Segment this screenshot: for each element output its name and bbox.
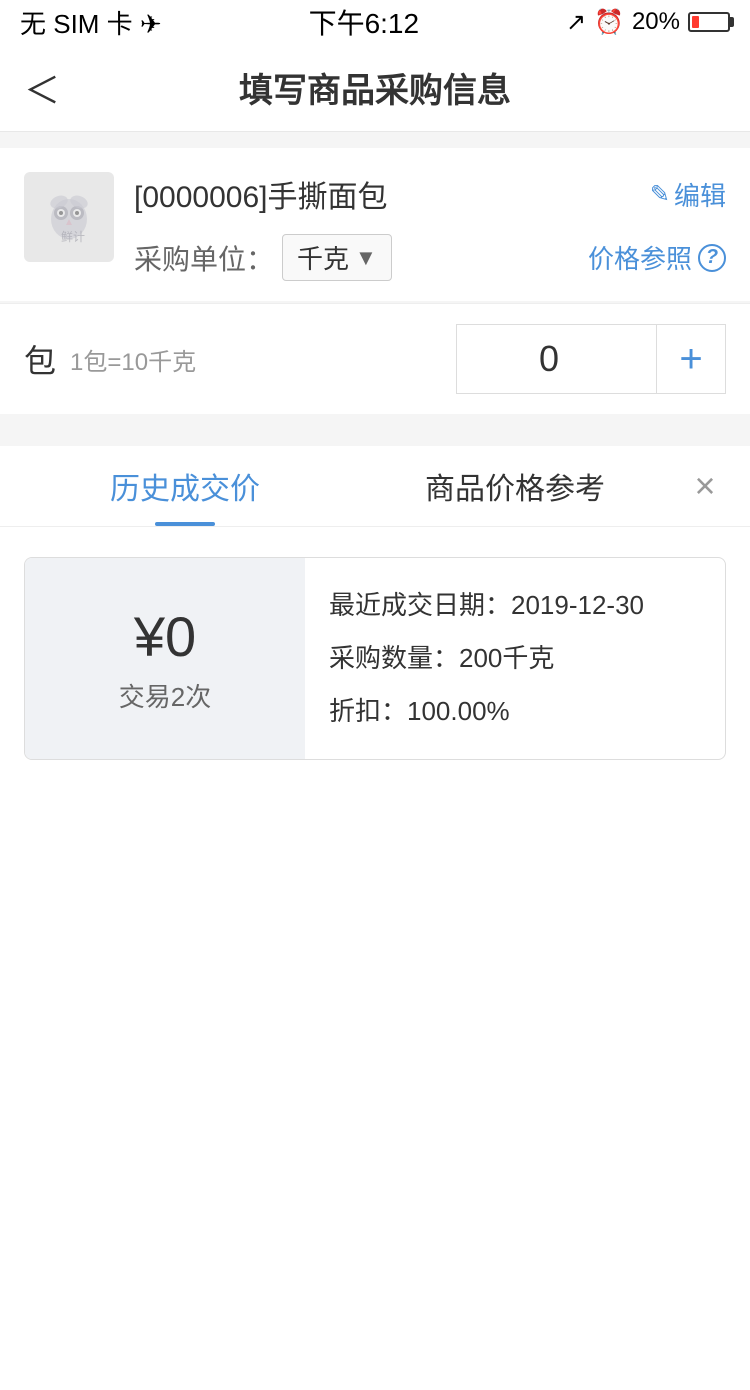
quantity-plus-button[interactable]: + xyxy=(656,324,726,394)
tab-section: 历史成交价 商品价格参考 × ¥0 交易2次 最近成交日期：2019-12-30… xyxy=(0,446,750,790)
status-left: 无 SIM 卡 ✈ xyxy=(20,4,162,41)
edit-button[interactable]: ✎ 编辑 xyxy=(650,176,726,213)
unit-select-dropdown[interactable]: 千克 ▼ xyxy=(282,234,392,281)
product-row: 鲜计 [0000006]手撕面包 ✎ 编辑 采购单位： 千克 ▼ xyxy=(24,172,726,281)
alarm-icon: ⏰ xyxy=(594,8,624,37)
price-card: ¥0 交易2次 最近成交日期：2019-12-30 采购数量：200千克 折扣：… xyxy=(24,557,726,760)
no-sim-text: 无 SIM 卡 ✈ xyxy=(20,4,162,41)
quantity-input-group: + xyxy=(456,324,726,394)
history-price-content: ¥0 交易2次 最近成交日期：2019-12-30 采购数量：200千克 折扣：… xyxy=(0,527,750,790)
back-button[interactable]: ＜ xyxy=(24,62,60,114)
battery-percent: 20% xyxy=(632,8,680,36)
discount-value: 100.00% xyxy=(407,696,510,726)
date-label: 最近成交日期： xyxy=(329,590,511,620)
chevron-down-icon: ▼ xyxy=(355,245,377,271)
price-transactions: 交易2次 xyxy=(119,677,211,714)
edit-label: 编辑 xyxy=(674,176,726,213)
status-right: ↗ ⏰ 20% xyxy=(566,8,730,37)
price-ref-label: 价格参照 xyxy=(588,239,692,276)
price-reference-button[interactable]: 价格参照 ? xyxy=(588,239,726,276)
product-thumbnail: 鲜计 xyxy=(24,172,114,262)
quantity-label-group: 包 1包=10千克 xyxy=(24,336,196,382)
product-info: [0000006]手撕面包 ✎ 编辑 采购单位： 千克 ▼ 价格参照 ? xyxy=(134,172,726,281)
tab-product-price-ref[interactable]: 商品价格参考 xyxy=(350,446,680,526)
purchase-unit-row: 采购单位： 千克 ▼ 价格参照 ? xyxy=(134,234,726,281)
page-title: 填写商品采购信息 xyxy=(239,63,511,112)
quantity-row: 包 1包=10千克 + xyxy=(0,304,750,414)
unit-value: 千克 xyxy=(297,239,349,276)
quantity-unit: 包 xyxy=(24,336,56,382)
status-bar: 无 SIM 卡 ✈ 下午6:12 ↗ ⏰ 20% xyxy=(0,0,750,44)
empty-content-area xyxy=(0,790,750,1390)
price-amount: ¥0 xyxy=(134,604,196,669)
quantity-input[interactable] xyxy=(456,324,656,394)
location-icon: ↗ xyxy=(566,8,586,37)
price-card-left: ¥0 交易2次 xyxy=(25,558,305,759)
quantity-section: 包 1包=10千克 + xyxy=(0,303,750,414)
product-section: 鲜计 [0000006]手撕面包 ✎ 编辑 采购单位： 千克 ▼ xyxy=(0,148,750,301)
date-value: 2019-12-30 xyxy=(511,590,644,620)
quantity-convert: 1包=10千克 xyxy=(70,342,196,377)
status-time: 下午6:12 xyxy=(309,2,420,42)
tab-close-button[interactable]: × xyxy=(680,461,730,511)
owl-logo: 鲜计 xyxy=(39,187,99,247)
tab-bar: 历史成交价 商品价格参考 × xyxy=(0,446,750,527)
page-header: ＜ 填写商品采购信息 xyxy=(0,44,750,132)
discount-label: 折扣： xyxy=(329,696,407,726)
quantity-label: 采购数量： xyxy=(329,643,459,673)
section-divider xyxy=(0,414,750,430)
svg-text:鲜计: 鲜计 xyxy=(61,230,85,244)
tab-history-price[interactable]: 历史成交价 xyxy=(20,446,350,526)
battery-icon xyxy=(688,12,730,32)
price-quantity-row: 采购数量：200千克 xyxy=(329,639,701,678)
price-card-right: 最近成交日期：2019-12-30 采购数量：200千克 折扣：100.00% xyxy=(305,558,725,759)
product-name-row: [0000006]手撕面包 ✎ 编辑 xyxy=(134,172,726,216)
quantity-value: 200千克 xyxy=(459,643,554,673)
battery-fill xyxy=(692,16,699,28)
edit-icon: ✎ xyxy=(650,180,670,209)
unit-label: 采购单位： xyxy=(134,238,274,278)
price-discount-row: 折扣：100.00% xyxy=(329,692,701,731)
price-date-row: 最近成交日期：2019-12-30 xyxy=(329,586,701,625)
product-name: [0000006]手撕面包 xyxy=(134,172,387,216)
info-icon: ? xyxy=(698,244,726,272)
